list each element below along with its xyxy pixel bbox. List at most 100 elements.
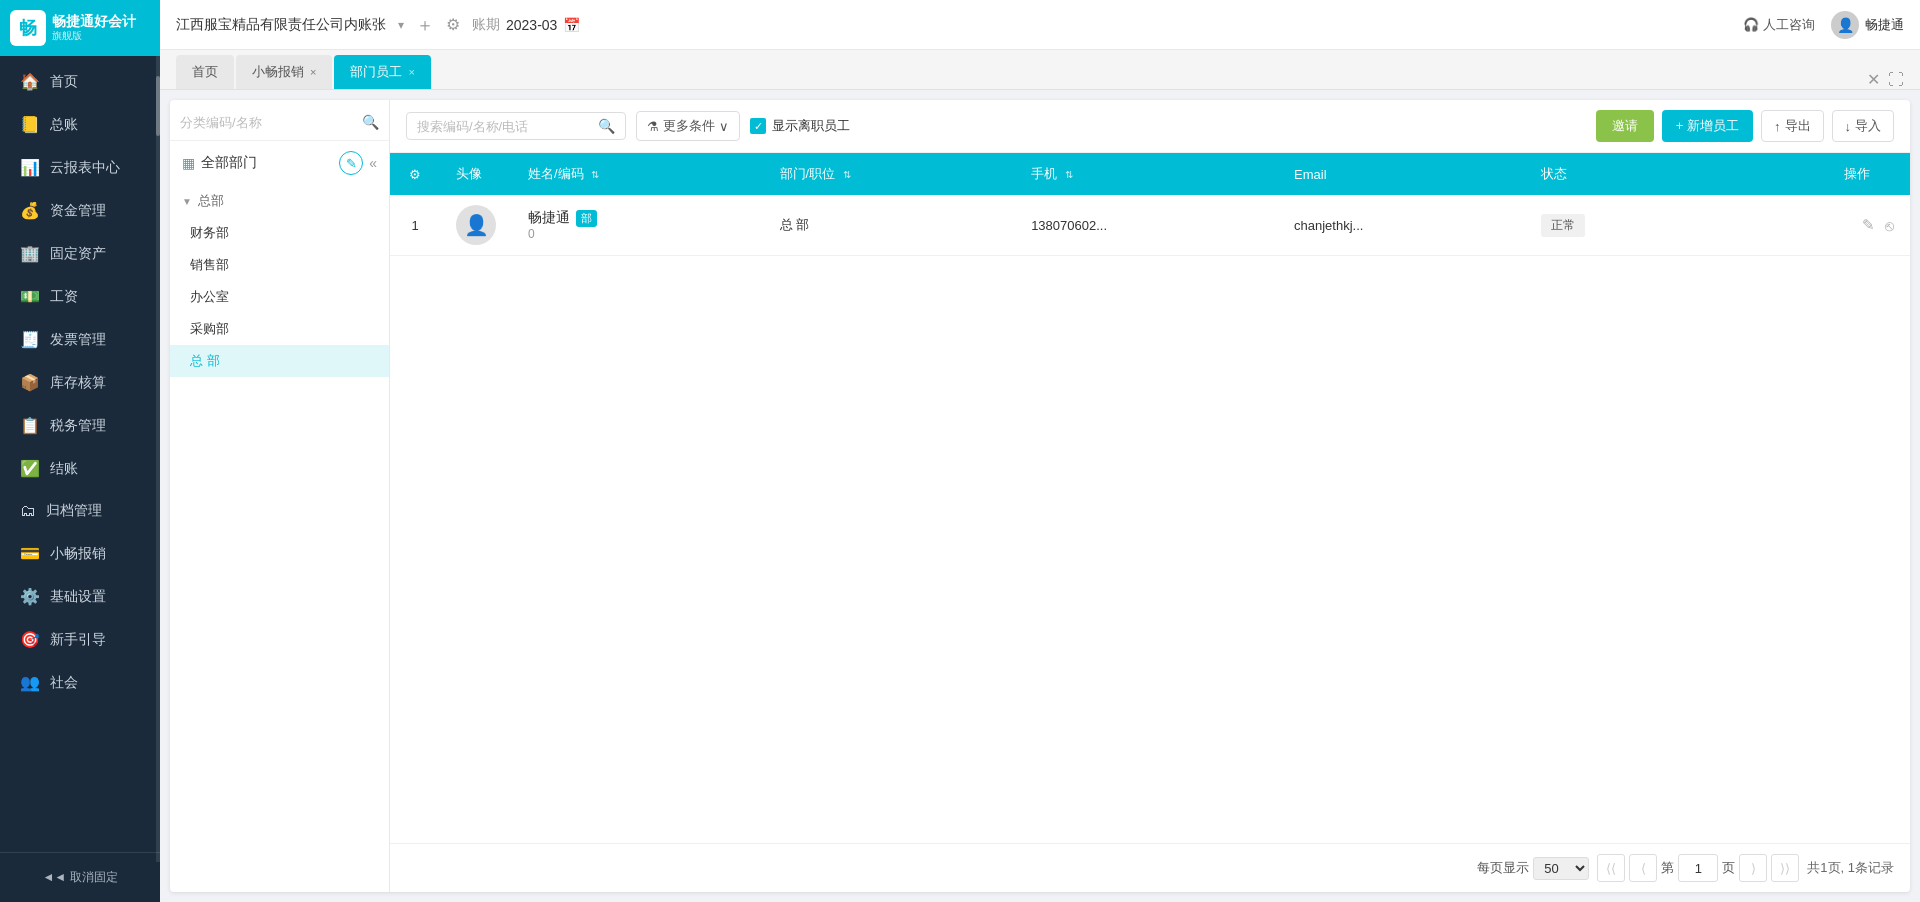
- filter-button[interactable]: ⚗ 更多条件 ∨: [636, 111, 740, 141]
- sidebar-bottom: ◄◄ 取消固定: [0, 852, 160, 902]
- filter-label: 更多条件: [663, 117, 715, 135]
- calendar-icon[interactable]: 📅: [563, 17, 580, 33]
- archive-icon: 🗂: [20, 502, 36, 520]
- col-email-label: Email: [1294, 167, 1327, 182]
- sidebar-item-social[interactable]: 👥 社会: [0, 661, 160, 704]
- dept-search-icon[interactable]: 🔍: [362, 114, 379, 130]
- prev-page-button[interactable]: ⟨: [1629, 854, 1657, 882]
- next-page-button[interactable]: ⟩: [1739, 854, 1767, 882]
- sidebar-item-label: 工资: [50, 288, 78, 306]
- col-avatar: 头像: [440, 153, 512, 195]
- cancel-fixed-button[interactable]: ◄◄ 取消固定: [10, 863, 150, 892]
- col-phone[interactable]: 手机 ⇅: [1015, 153, 1278, 195]
- user-info[interactable]: 👤 畅捷通: [1831, 11, 1904, 39]
- col-name[interactable]: 姓名/编码 ⇅: [512, 153, 764, 195]
- tab-employee-close[interactable]: ×: [408, 66, 414, 78]
- last-page-button[interactable]: ⟩⟩: [1771, 854, 1799, 882]
- dept-search-input[interactable]: [180, 115, 358, 130]
- page-nav: ⟨⟨ ⟨ 第 页 ⟩ ⟩⟩: [1597, 854, 1799, 882]
- dept-tree-parent-item[interactable]: ▼ 总部: [170, 185, 389, 217]
- tab-home[interactable]: 首页: [176, 55, 234, 89]
- sidebar-item-label: 库存核算: [50, 374, 106, 392]
- company-name[interactable]: 江西服宝精品有限责任公司内账张: [176, 16, 386, 34]
- dept-collapse-icon[interactable]: «: [369, 155, 377, 171]
- employee-dept-badge: 部: [576, 210, 597, 227]
- first-page-button[interactable]: ⟨⟨: [1597, 854, 1625, 882]
- close-window-icon[interactable]: ✕: [1867, 70, 1880, 89]
- dept-tree-item-office[interactable]: 办公室: [170, 281, 389, 313]
- reports-icon: 📊: [20, 158, 40, 177]
- sidebar-scrollbar-thumb: [156, 76, 160, 136]
- maximize-icon[interactable]: ⛶: [1888, 71, 1904, 89]
- company-dropdown-icon[interactable]: ▾: [398, 18, 404, 32]
- resigned-checkbox[interactable]: ✓: [750, 118, 766, 134]
- show-resigned-toggle[interactable]: ✓ 显示离职员工: [750, 117, 850, 135]
- filter-icon: ⚗: [647, 119, 659, 134]
- sidebar-item-label: 归档管理: [46, 502, 102, 520]
- col-status-label: 状态: [1541, 166, 1567, 181]
- dept-edit-button[interactable]: ✎: [339, 151, 363, 175]
- employee-table-wrapper: ⚙ 头像 姓名/编码 ⇅ 部门/职位 ⇅: [390, 153, 1910, 843]
- checkout-icon: ✅: [20, 459, 40, 478]
- sidebar-item-assets[interactable]: 🏢 固定资产: [0, 232, 160, 275]
- delete-employee-icon[interactable]: ⎋: [1885, 217, 1894, 234]
- sidebar-item-invoice[interactable]: 🧾 发票管理: [0, 318, 160, 361]
- col-dept[interactable]: 部门/职位 ⇅: [764, 153, 1016, 195]
- topbar-settings-icon[interactable]: ⚙: [446, 15, 460, 34]
- sidebar-item-tax[interactable]: 📋 税务管理: [0, 404, 160, 447]
- sidebar-item-expense[interactable]: 💳 小畅报销: [0, 532, 160, 575]
- sidebar-item-settings[interactable]: ⚙️ 基础设置: [0, 575, 160, 618]
- sidebar-item-funds[interactable]: 💰 资金管理: [0, 189, 160, 232]
- page-number-input[interactable]: [1678, 854, 1718, 882]
- dept-tree-item-sales[interactable]: 销售部: [170, 249, 389, 281]
- logo-text-block: 畅捷通好会计 旗舰版: [52, 13, 136, 44]
- right-panel: 🔍 ⚗ 更多条件 ∨ ✓ 显示离职员工 邀请 + 新增员工 ↑ 导出: [390, 100, 1910, 892]
- tax-icon: 📋: [20, 416, 40, 435]
- dept-tree-item-general[interactable]: 总 部: [170, 345, 389, 377]
- import-button[interactable]: ↓ 导入: [1832, 110, 1895, 142]
- sidebar-item-checkout[interactable]: ✅ 结账: [0, 447, 160, 490]
- sidebar-scrollbar[interactable]: [156, 56, 160, 862]
- page-word: 第: [1661, 859, 1674, 877]
- sidebar-item-home[interactable]: 🏠 首页: [0, 60, 160, 103]
- export-button[interactable]: ↑ 导出: [1761, 110, 1824, 142]
- sidebar-item-reports[interactable]: 📊 云报表中心: [0, 146, 160, 189]
- employee-name-text: 畅捷通: [528, 209, 570, 227]
- tab-expense[interactable]: 小畅报销 ×: [236, 55, 332, 89]
- pagination: 每页显示 10 20 50 100 ⟨⟨ ⟨ 第 页 ⟩ ⟩⟩: [390, 843, 1910, 892]
- sidebar-item-ledger[interactable]: 📒 总账: [0, 103, 160, 146]
- page-size-select[interactable]: 10 20 50 100: [1533, 857, 1589, 880]
- col-settings[interactable]: ⚙: [390, 153, 440, 195]
- employee-search-input[interactable]: [417, 119, 592, 134]
- dept-tree-item-purchase[interactable]: 采购部: [170, 313, 389, 345]
- dept-sales-label: 销售部: [190, 256, 229, 274]
- import-label: 导入: [1855, 117, 1881, 135]
- assets-icon: 🏢: [20, 244, 40, 263]
- sidebar-item-label: 小畅报销: [50, 545, 106, 563]
- invite-button[interactable]: 邀请: [1596, 110, 1654, 142]
- row-name-cell: 畅捷通 部 0: [512, 195, 764, 256]
- dept-all-label[interactable]: 全部部门: [201, 154, 257, 172]
- tab-employee[interactable]: 部门员工 ×: [334, 55, 430, 89]
- employee-avatar: 👤: [456, 205, 496, 245]
- sidebar-item-archive[interactable]: 🗂 归档管理: [0, 490, 160, 532]
- tab-expense-close[interactable]: ×: [310, 66, 316, 78]
- page-label: 页: [1722, 859, 1735, 877]
- employee-search-icon[interactable]: 🔍: [598, 118, 615, 134]
- edit-employee-icon[interactable]: ✎: [1862, 216, 1875, 234]
- sidebar-item-label: 资金管理: [50, 202, 106, 220]
- sidebar-item-salary[interactable]: 💵 工资: [0, 275, 160, 318]
- import-icon: ↓: [1845, 119, 1852, 134]
- col-phone-label: 手机: [1031, 166, 1057, 181]
- col-email: Email: [1278, 153, 1525, 195]
- sidebar-item-guide[interactable]: 🎯 新手引导: [0, 618, 160, 661]
- sidebar-item-inventory[interactable]: 📦 库存核算: [0, 361, 160, 404]
- add-employee-button[interactable]: + 新增员工: [1662, 110, 1753, 142]
- phone-sort-icon: ⇅: [1065, 169, 1073, 180]
- add-tab-icon[interactable]: ＋: [416, 13, 434, 37]
- dept-tree-item-finance[interactable]: 财务部: [170, 217, 389, 249]
- logo-title: 畅捷通好会计: [52, 13, 136, 30]
- sidebar-item-label: 结账: [50, 460, 78, 478]
- resigned-label: 显示离职员工: [772, 117, 850, 135]
- service-button[interactable]: 🎧 人工咨询: [1743, 16, 1815, 34]
